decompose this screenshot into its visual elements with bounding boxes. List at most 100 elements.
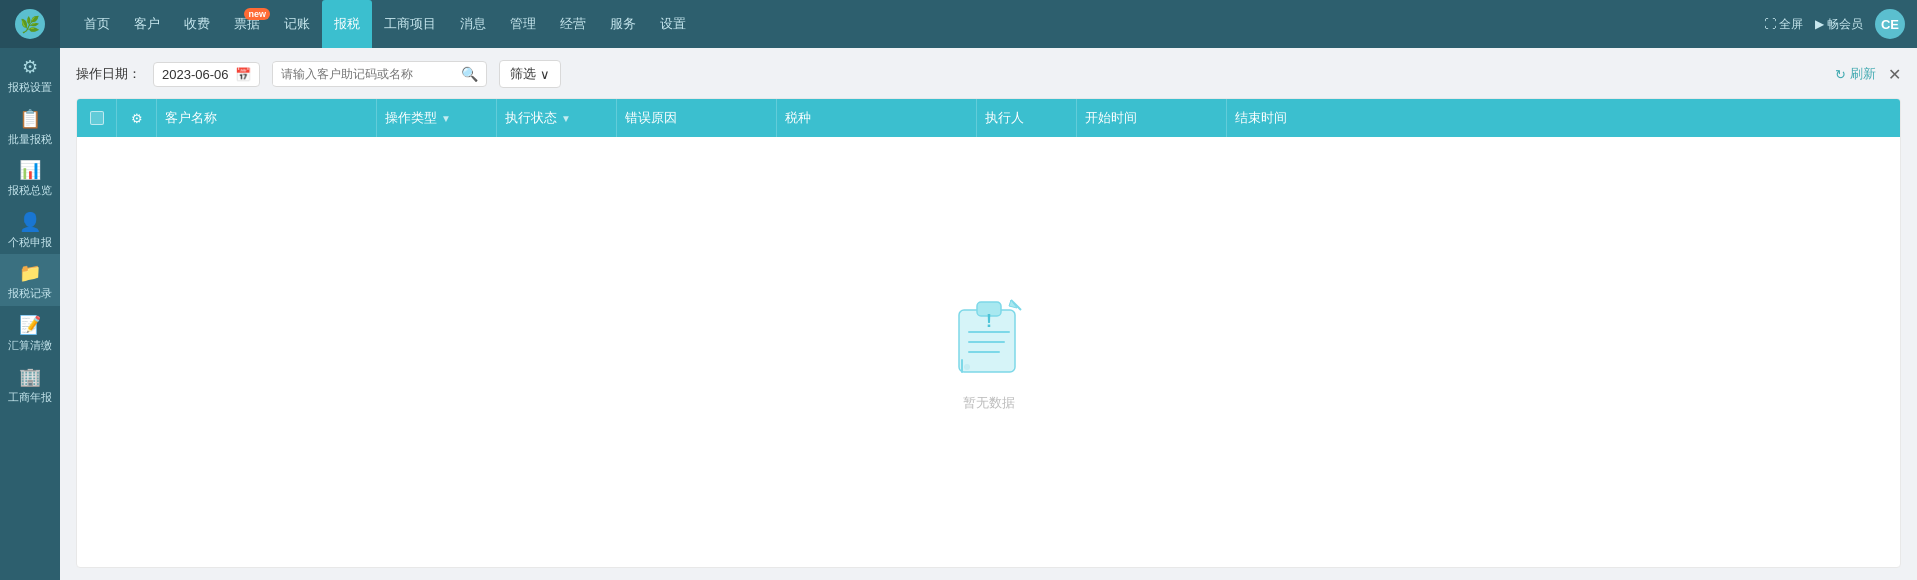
sidebar-item-tax-settings[interactable]: ⚙ 报税设置 xyxy=(0,48,60,100)
nav-label-commerce: 工商项目 xyxy=(384,15,436,33)
th-end-time: 结束时间 xyxy=(1227,99,1377,137)
nav-label-billing: 收费 xyxy=(184,15,210,33)
nav-label-customer: 客户 xyxy=(134,15,160,33)
th-checkbox[interactable] xyxy=(77,99,117,137)
nav-item-customer[interactable]: 客户 xyxy=(122,0,172,48)
th-executor-label: 执行人 xyxy=(985,109,1024,127)
th-tax-type: 税种 xyxy=(777,99,977,137)
nav-item-settings[interactable]: 设置 xyxy=(648,0,698,48)
sidebar-label-personal-tax: 个税申报 xyxy=(8,236,52,249)
empty-state: ! 暂无数据 xyxy=(77,137,1900,567)
fullscreen-label: 全屏 xyxy=(1779,16,1803,33)
search-box: 🔍 xyxy=(272,61,487,87)
fullscreen-btn[interactable]: ⛶ 全屏 xyxy=(1764,16,1803,33)
nav-label-bookkeeping: 记账 xyxy=(284,15,310,33)
sidebar-label-tax-settings: 报税设置 xyxy=(8,81,52,94)
avatar[interactable]: CE xyxy=(1875,9,1905,39)
sidebar-item-annual-report[interactable]: 🏢 工商年报 xyxy=(0,358,60,410)
refresh-icon: ↻ xyxy=(1835,67,1846,82)
sidebar-icon-annual-report: 🏢 xyxy=(19,366,41,388)
th-end-time-label: 结束时间 xyxy=(1235,109,1287,127)
table-header: ⚙ 客户名称 操作类型 ▼ 执行状态 ▼ 错误原因 xyxy=(77,99,1900,137)
th-start-time: 开始时间 xyxy=(1077,99,1227,137)
logo-icon: 🌿 xyxy=(15,9,45,39)
filter-label: 筛选 xyxy=(510,65,536,83)
nav-label-settings: 设置 xyxy=(660,15,686,33)
sidebar: 🌿 ⚙ 报税设置 📋 批量报税 📊 报税总览 👤 个税申报 📁 报税记录 📝 汇… xyxy=(0,0,60,580)
sidebar-label-tax-overview: 报税总览 xyxy=(8,184,52,197)
th-error-reason: 错误原因 xyxy=(617,99,777,137)
main-area: 首页 客户 收费票据new 记账 报税 工商项目 消息 管理 经营 服务 设置 ⛶ 全屏 ▶ 畅会员… xyxy=(60,0,1917,580)
th-settings[interactable]: ⚙ xyxy=(117,99,157,137)
date-input[interactable]: 2023-06-06 📅 xyxy=(153,62,260,87)
close-button[interactable]: ✕ xyxy=(1888,65,1901,84)
sidebar-label-settlement: 汇算清缴 xyxy=(8,339,52,352)
sidebar-item-batch-tax[interactable]: 📋 批量报税 xyxy=(0,100,60,152)
nav-item-billing[interactable]: 收费 xyxy=(172,0,222,48)
nav-label-messages: 消息 xyxy=(460,15,486,33)
th-start-time-label: 开始时间 xyxy=(1085,109,1137,127)
nav-item-tax[interactable]: 报税 xyxy=(322,0,372,48)
date-label: 操作日期： xyxy=(76,65,141,83)
sidebar-icon-tax-overview: 📊 xyxy=(19,159,41,181)
sidebar-icon-settlement: 📝 xyxy=(19,314,41,336)
toolbar: 操作日期： 2023-06-06 📅 🔍 筛选 ∨ ↻ 刷新 xyxy=(76,60,1901,88)
sidebar-icon-tax-record: 📁 xyxy=(19,262,41,284)
refresh-button[interactable]: ↻ 刷新 xyxy=(1835,65,1876,83)
nav-item-messages[interactable]: 消息 xyxy=(448,0,498,48)
date-value: 2023-06-06 xyxy=(162,67,229,82)
nav-item-commerce[interactable]: 工商项目 xyxy=(372,0,448,48)
page-content: 操作日期： 2023-06-06 📅 🔍 筛选 ∨ ↻ 刷新 xyxy=(60,48,1917,580)
th-executor: 执行人 xyxy=(977,99,1077,137)
nav-item-bookkeeping[interactable]: 记账 xyxy=(272,0,322,48)
member-btn[interactable]: ▶ 畅会员 xyxy=(1815,16,1863,33)
nav-item-home[interactable]: 首页 xyxy=(72,0,122,48)
empty-icon: ! xyxy=(949,292,1029,382)
sidebar-icon-batch-tax: 📋 xyxy=(19,108,41,130)
sidebar-label-tax-record: 报税记录 xyxy=(8,287,52,300)
member-icon: ▶ xyxy=(1815,17,1824,31)
sidebar-icon-tax-settings: ⚙ xyxy=(19,56,41,78)
nav-label-home: 首页 xyxy=(84,15,110,33)
sidebar-item-personal-tax[interactable]: 👤 个税申报 xyxy=(0,203,60,255)
content-area: 操作日期： 2023-06-06 📅 🔍 筛选 ∨ ↻ 刷新 xyxy=(60,48,1917,580)
nav-label-services: 服务 xyxy=(610,15,636,33)
header-checkbox[interactable] xyxy=(90,111,104,125)
svg-point-8 xyxy=(964,364,970,370)
empty-text: 暂无数据 xyxy=(963,394,1015,412)
th-error-reason-label: 错误原因 xyxy=(625,109,677,127)
th-customer-name-label: 客户名称 xyxy=(165,109,217,127)
sidebar-label-batch-tax: 批量报税 xyxy=(8,133,52,146)
sidebar-logo[interactable]: 🌿 xyxy=(0,0,60,48)
execution-status-sort-icon[interactable]: ▼ xyxy=(561,113,571,124)
sidebar-item-tax-overview[interactable]: 📊 报税总览 xyxy=(0,151,60,203)
sidebar-item-settlement[interactable]: 📝 汇算清缴 xyxy=(0,306,60,358)
th-operation-type-label: 操作类型 xyxy=(385,109,437,127)
th-execution-status-label: 执行状态 xyxy=(505,109,557,127)
search-button[interactable]: 🔍 xyxy=(453,62,486,86)
sidebar-icon-personal-tax: 👤 xyxy=(19,211,41,233)
nav-item-services[interactable]: 服务 xyxy=(598,0,648,48)
operation-type-sort-icon[interactable]: ▼ xyxy=(441,113,451,124)
th-operation-type: 操作类型 ▼ xyxy=(377,99,497,137)
search-input[interactable] xyxy=(273,63,453,85)
refresh-label: 刷新 xyxy=(1850,65,1876,83)
nav-badge-invoice: new xyxy=(244,8,270,20)
table-container: ⚙ 客户名称 操作类型 ▼ 执行状态 ▼ 错误原因 xyxy=(76,98,1901,568)
filter-button[interactable]: 筛选 ∨ xyxy=(499,60,561,88)
member-label: 畅会员 xyxy=(1827,16,1863,33)
th-execution-status: 执行状态 ▼ xyxy=(497,99,617,137)
chevron-down-icon: ∨ xyxy=(540,67,550,82)
nav-label-tax: 报税 xyxy=(334,15,360,33)
toolbar-right: ↻ 刷新 ✕ xyxy=(1835,65,1901,84)
nav-label-management: 管理 xyxy=(510,15,536,33)
nav-item-management[interactable]: 管理 xyxy=(498,0,548,48)
sidebar-item-tax-record[interactable]: 📁 报税记录 xyxy=(0,254,60,306)
nav-item-operations[interactable]: 经营 xyxy=(548,0,598,48)
fullscreen-icon: ⛶ xyxy=(1764,17,1776,31)
svg-text:!: ! xyxy=(986,311,992,331)
nav-label-operations: 经营 xyxy=(560,15,586,33)
th-customer-name: 客户名称 xyxy=(157,99,377,137)
calendar-icon: 📅 xyxy=(235,67,251,82)
nav-item-invoice[interactable]: 票据new xyxy=(222,0,272,48)
